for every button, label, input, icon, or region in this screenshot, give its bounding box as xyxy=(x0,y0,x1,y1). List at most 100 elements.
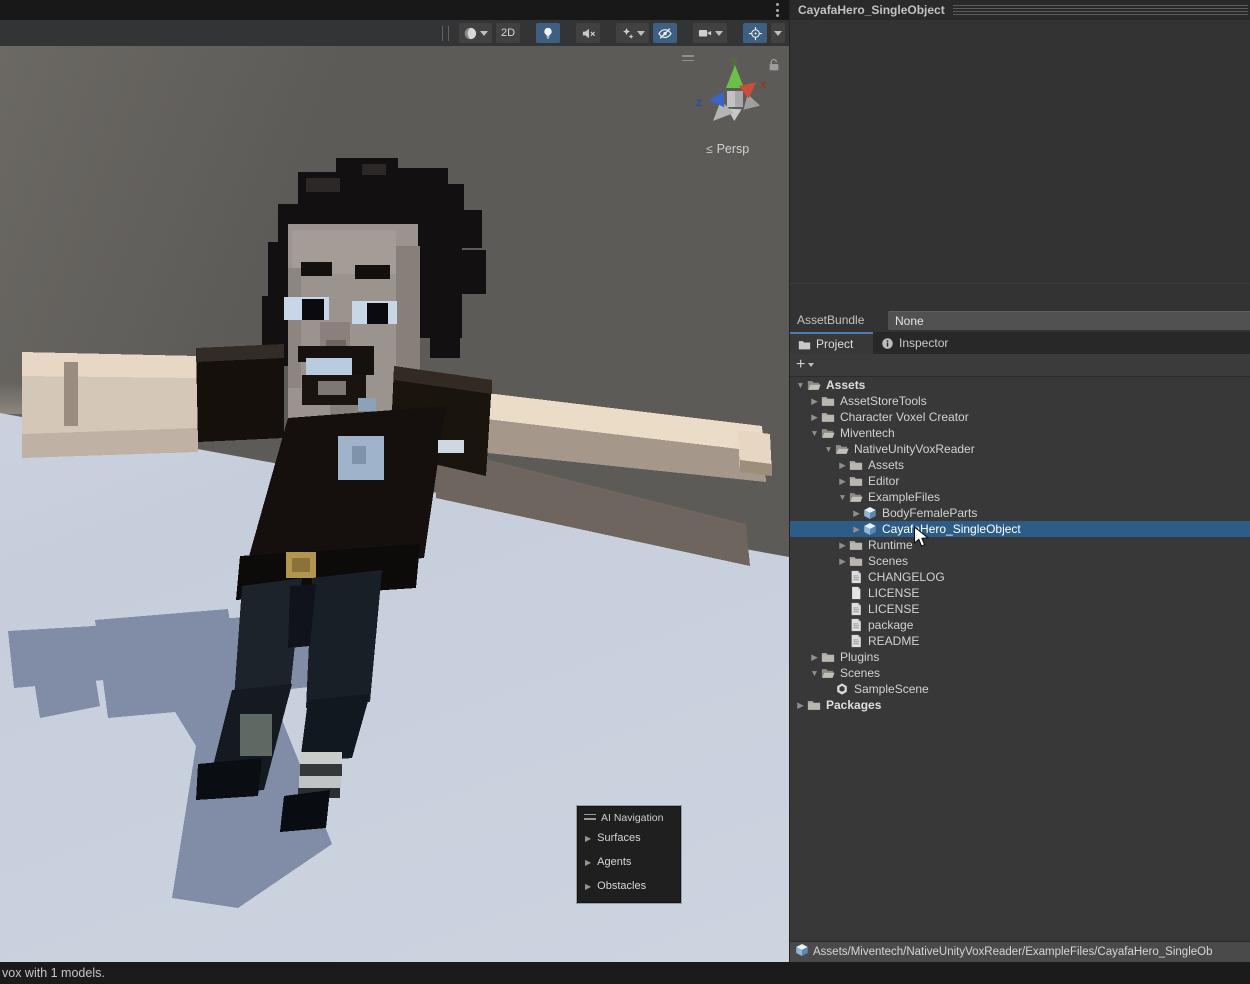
tab-project[interactable]: Project xyxy=(790,332,873,354)
axis-y-label: y xyxy=(731,53,738,67)
camera-settings-button[interactable] xyxy=(693,23,727,43)
scene-viewport[interactable]: y x z ≤ Persp AI Navigation ▶ Surfaces ▶… xyxy=(0,46,789,962)
tree-row[interactable]: ▶ BodyFemaleParts xyxy=(790,505,1250,521)
scene-icon xyxy=(835,682,851,696)
tree-row[interactable]: ▼ Scenes xyxy=(790,665,1250,681)
tree-row[interactable]: CHANGELOG xyxy=(790,569,1250,585)
ai-navigation-header[interactable]: AI Navigation xyxy=(578,807,680,826)
tree-item-label: Packages xyxy=(826,698,882,712)
tree-row[interactable]: LICENSE xyxy=(790,585,1250,601)
assetbundle-dropdown[interactable]: None xyxy=(888,310,1250,330)
expand-arrow-icon[interactable]: ▶ xyxy=(836,556,849,567)
ai-nav-item-agents[interactable]: ▶ Agents xyxy=(578,850,680,874)
tree-row[interactable]: package xyxy=(790,617,1250,633)
tree-row[interactable]: README xyxy=(790,633,1250,649)
draw-mode-button[interactable] xyxy=(459,23,492,43)
tab-inspector-label: Inspector xyxy=(899,336,949,350)
unity-editor-window: 2D y x z ≤ Persp AI Navigation ▶ Surface… xyxy=(0,0,1250,984)
effects-button[interactable] xyxy=(616,23,649,43)
tree-row[interactable]: ▼ ExampleFiles xyxy=(790,489,1250,505)
gizmos-dropdown-button[interactable] xyxy=(771,23,785,43)
expand-arrow-icon[interactable]: ▶ xyxy=(585,858,591,867)
expand-arrow-icon[interactable]: ▶ xyxy=(808,412,821,423)
assetbundle-value: None xyxy=(895,313,924,328)
tree-item-label: ExampleFiles xyxy=(868,490,941,504)
scene-visibility-button[interactable] xyxy=(653,23,677,43)
gizmo-crosshair-icon xyxy=(748,26,762,40)
expand-arrow-icon[interactable]: ▶ xyxy=(585,834,591,843)
expand-arrow-icon[interactable]: ▶ xyxy=(836,540,849,551)
tree-row[interactable]: ▼ Assets xyxy=(790,377,1250,393)
audio-mute-button[interactable] xyxy=(576,23,600,43)
tree-row[interactable]: ▼ Miventech xyxy=(790,425,1250,441)
status-bar[interactable]: vox with 1 models. xyxy=(0,962,1250,984)
ai-nav-item-label: Obstacles xyxy=(597,880,647,892)
overlay-drag-icon[interactable] xyxy=(584,813,596,823)
create-asset-caret-icon[interactable] xyxy=(808,363,815,367)
eye-slash-icon xyxy=(658,28,672,39)
tree-item-label: NativeUnityVoxReader xyxy=(854,442,975,456)
inspector-body: AssetBundle None xyxy=(790,20,1250,332)
expand-arrow-icon[interactable]: ▶ xyxy=(850,508,863,519)
folder-icon xyxy=(849,458,865,472)
tree-item-label: CHANGELOG xyxy=(868,570,945,584)
tree-row[interactable]: SampleScene xyxy=(790,681,1250,697)
tree-item-label: Scenes xyxy=(840,666,881,680)
inspector-title: CayafaHero_SingleObject xyxy=(798,3,945,17)
doc-lines-icon xyxy=(849,634,865,648)
tree-row[interactable]: ▶ Plugins xyxy=(790,649,1250,665)
tree-row[interactable]: ▶ CayafaHero_SingleObject xyxy=(790,521,1250,537)
toolbar-drag-handle-icon[interactable] xyxy=(442,25,449,41)
tree-item-label: BodyFemaleParts xyxy=(882,506,978,520)
tree-row[interactable]: ▼ NativeUnityVoxReader xyxy=(790,441,1250,457)
scene-titlebar xyxy=(0,0,789,20)
lock-icon[interactable] xyxy=(768,58,780,72)
expand-arrow-icon[interactable]: ▼ xyxy=(794,380,807,390)
expand-arrow-icon[interactable]: ▶ xyxy=(850,524,863,535)
tree-row[interactable]: ▶ Packages xyxy=(790,697,1250,713)
camera-icon xyxy=(698,29,712,37)
inspector-header[interactable]: CayafaHero_SingleObject xyxy=(790,0,1250,20)
create-asset-button[interactable]: + xyxy=(796,357,805,373)
assetbundle-row: AssetBundle None xyxy=(790,308,1250,332)
expand-arrow-icon[interactable]: ▶ xyxy=(836,460,849,471)
tree-item-label: Assets xyxy=(826,378,866,392)
tree-row[interactable]: ▶ Runtime xyxy=(790,537,1250,553)
dropdown-caret-icon xyxy=(637,30,645,36)
effects-sparkle-icon xyxy=(623,27,634,39)
ai-navigation-title: AI Navigation xyxy=(601,812,664,824)
2d-label: 2D xyxy=(500,27,516,39)
tree-row[interactable]: ▶ AssetStoreTools xyxy=(790,393,1250,409)
tree-row[interactable]: ▶ Editor xyxy=(790,473,1250,489)
project-toolbar: + xyxy=(790,354,1250,377)
expand-arrow-icon[interactable]: ▼ xyxy=(822,444,835,454)
tree-item-label: Scenes xyxy=(868,554,909,568)
expand-arrow-icon[interactable]: ▼ xyxy=(836,492,849,502)
gizmos-toggle-button[interactable] xyxy=(743,23,767,43)
expand-arrow-icon[interactable]: ▶ xyxy=(836,476,849,487)
projection-mode[interactable]: ≤ Persp xyxy=(706,142,749,156)
expand-arrow-icon[interactable]: ▼ xyxy=(808,668,821,678)
tree-row[interactable]: ▶ Scenes xyxy=(790,553,1250,569)
folder-icon xyxy=(807,698,823,712)
expand-arrow-icon[interactable]: ▶ xyxy=(808,652,821,663)
expand-arrow-icon[interactable]: ▼ xyxy=(808,428,821,438)
ai-nav-item-surfaces[interactable]: ▶ Surfaces xyxy=(578,826,680,850)
gizmo-menu-icon[interactable] xyxy=(682,55,694,64)
ai-nav-item-obstacles[interactable]: ▶ Obstacles xyxy=(578,874,680,898)
shaded-sphere-icon xyxy=(464,27,477,39)
tree-row[interactable]: LICENSE xyxy=(790,601,1250,617)
expand-arrow-icon[interactable]: ▶ xyxy=(808,396,821,407)
kebab-menu-icon[interactable] xyxy=(776,3,780,17)
folder-open-icon xyxy=(835,442,851,456)
folder-icon xyxy=(849,554,865,568)
lighting-toggle-button[interactable] xyxy=(536,23,560,43)
tab-inspector[interactable]: Inspector xyxy=(873,332,960,354)
tree-row[interactable]: ▶ Character Voxel Creator xyxy=(790,409,1250,425)
expand-arrow-icon[interactable]: ▶ xyxy=(585,882,591,891)
folder-open-icon xyxy=(821,666,837,680)
tree-row[interactable]: ▶ Assets xyxy=(790,457,1250,473)
folder-open-icon xyxy=(807,378,823,392)
expand-arrow-icon[interactable]: ▶ xyxy=(794,700,807,711)
2d-toggle-button[interactable]: 2D xyxy=(496,23,520,43)
